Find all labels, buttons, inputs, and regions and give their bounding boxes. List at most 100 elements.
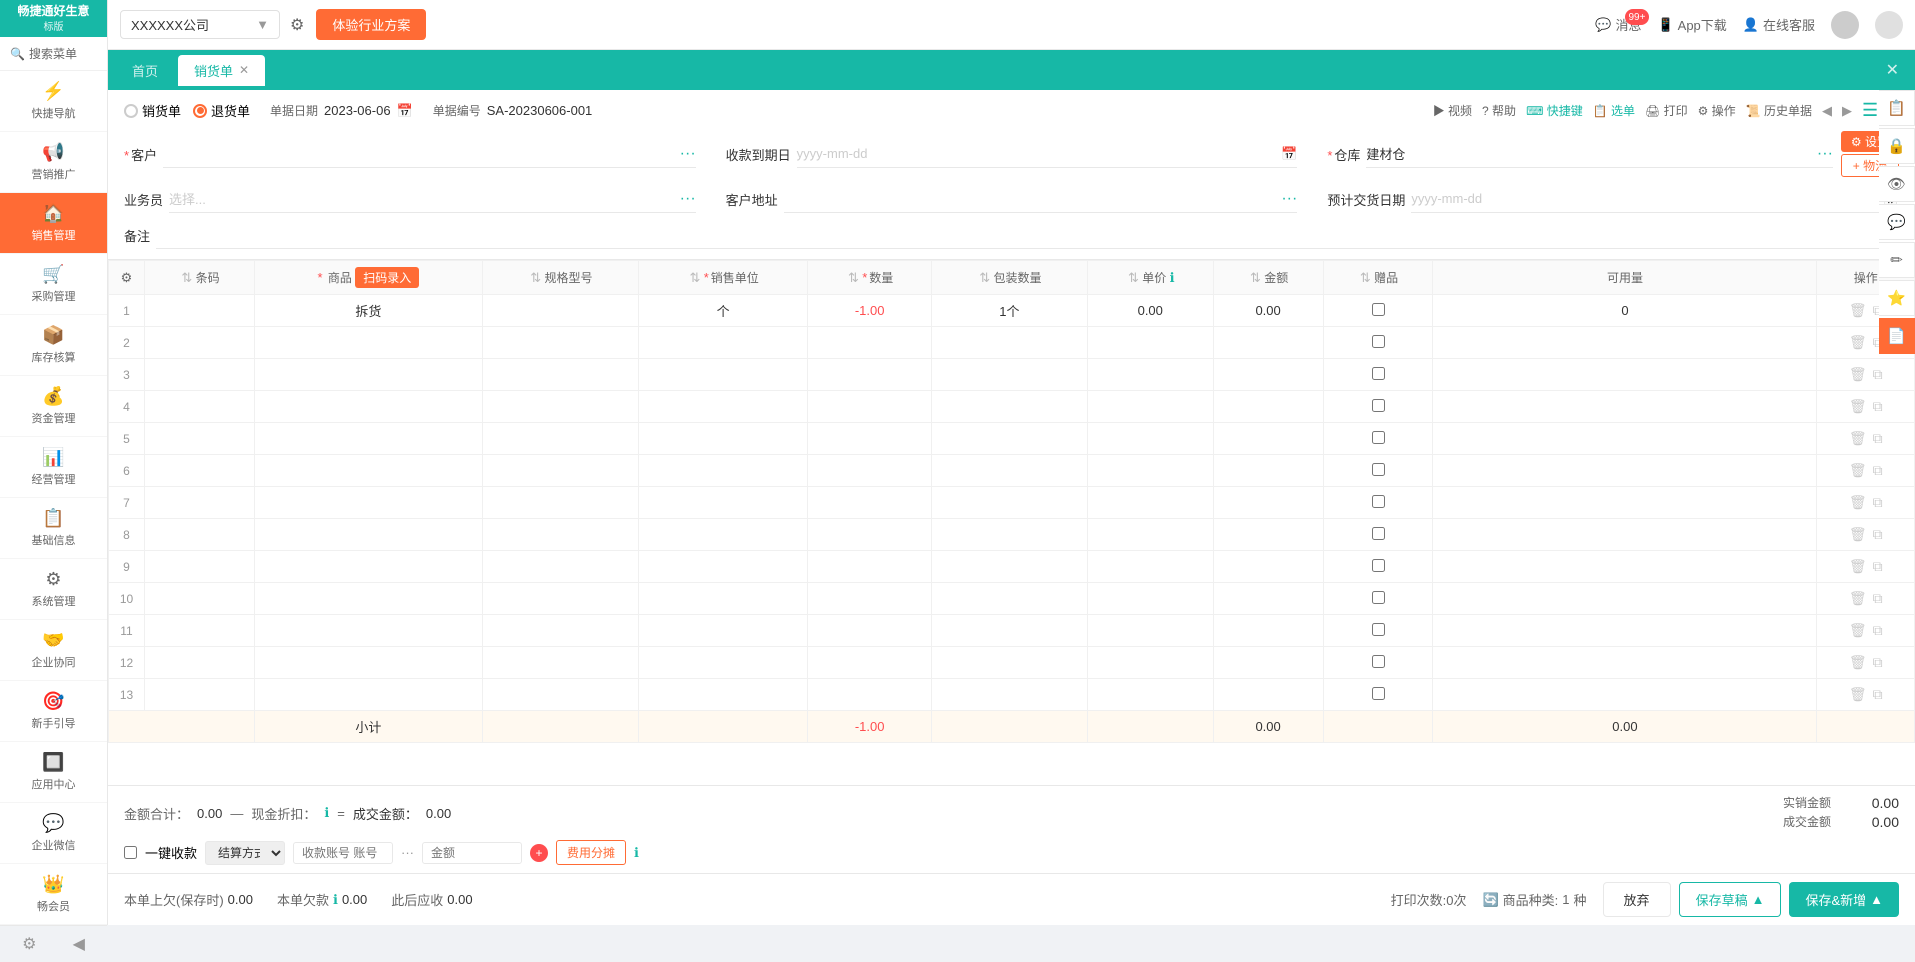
row-barcode-cell[interactable] [145, 679, 255, 711]
action-operate[interactable]: ⚙ 操作 [1698, 102, 1736, 119]
row-unit-price-cell[interactable] [1087, 327, 1213, 359]
customer-input[interactable]: ··· [163, 140, 696, 168]
radio-sales[interactable]: 销货单 [124, 101, 181, 120]
row-package-qty-cell[interactable] [931, 647, 1087, 679]
copy-row-icon[interactable]: ⧉ [1873, 462, 1883, 479]
account-input[interactable] [293, 842, 393, 864]
view-list-icon[interactable]: ☰ [1862, 100, 1878, 121]
row-amount-cell[interactable] [1213, 391, 1323, 423]
row-barcode-cell[interactable] [145, 391, 255, 423]
row-spec-cell[interactable] [482, 455, 638, 487]
save-new-button[interactable]: 保存&新增 ▲ [1789, 882, 1899, 917]
row-amount-cell[interactable] [1213, 583, 1323, 615]
sidebar-search[interactable]: 🔍 搜索菜单 [0, 37, 107, 71]
copy-row-icon[interactable]: ⧉ [1873, 622, 1883, 639]
row-unit-cell[interactable] [638, 583, 808, 615]
row-package-qty-cell[interactable] [931, 519, 1087, 551]
row-gift-cell[interactable] [1323, 487, 1433, 519]
row-unit-price-cell[interactable] [1087, 423, 1213, 455]
delivery-date-input[interactable]: yyyy-mm-dd 📅 [1411, 185, 1899, 213]
tab-sales-order[interactable]: 销货单 ✕ [178, 55, 265, 86]
row-unit-cell[interactable] [638, 423, 808, 455]
amount-input[interactable] [422, 842, 522, 864]
row-amount-cell[interactable] [1213, 679, 1323, 711]
row-unit-price-cell[interactable] [1087, 647, 1213, 679]
row-product-cell[interactable]: 拆货 [254, 295, 482, 327]
action-shortcut[interactable]: ⌨ 快捷键 [1526, 102, 1583, 119]
row-spec-cell[interactable] [482, 583, 638, 615]
row-spec-cell[interactable] [482, 487, 638, 519]
sidebar-item-operations[interactable]: 📊 经营管理 [0, 437, 107, 498]
row-unit-cell[interactable] [638, 455, 808, 487]
row-quantity-cell[interactable] [808, 679, 931, 711]
row-unit-price-cell[interactable] [1087, 551, 1213, 583]
delete-icon[interactable]: 🗑 [1849, 398, 1867, 415]
row-gift-cell[interactable] [1323, 391, 1433, 423]
row-quantity-cell[interactable] [808, 327, 931, 359]
row-quantity-cell[interactable] [808, 551, 931, 583]
row-unit-cell[interactable] [638, 551, 808, 583]
copy-row-icon[interactable]: ⧉ [1873, 430, 1883, 447]
row-spec-cell[interactable] [482, 327, 638, 359]
row-barcode-cell[interactable] [145, 519, 255, 551]
gift-checkbox[interactable] [1372, 591, 1385, 604]
discount-info-icon[interactable]: ℹ [324, 805, 329, 821]
gift-checkbox[interactable] [1372, 367, 1385, 380]
copy-row-icon[interactable]: ⧉ [1873, 558, 1883, 575]
add-payment-button[interactable]: + [530, 844, 548, 862]
gift-checkbox[interactable] [1372, 655, 1385, 668]
gift-checkbox[interactable] [1372, 399, 1385, 412]
row-package-qty-cell[interactable] [931, 583, 1087, 615]
row-package-qty-cell[interactable] [931, 391, 1087, 423]
copy-row-icon[interactable]: ⧉ [1873, 398, 1883, 415]
row-spec-cell[interactable] [482, 647, 638, 679]
row-barcode-cell[interactable] [145, 423, 255, 455]
row-spec-cell[interactable] [482, 519, 638, 551]
row-unit-price-cell[interactable] [1087, 583, 1213, 615]
float-btn-star[interactable]: ⭐ [1879, 280, 1915, 316]
row-gift-cell[interactable] [1323, 647, 1433, 679]
row-unit-cell[interactable] [638, 679, 808, 711]
row-amount-cell[interactable] [1213, 423, 1323, 455]
row-quantity-cell[interactable] [808, 455, 931, 487]
row-product-cell[interactable] [254, 391, 482, 423]
row-unit-price-cell[interactable] [1087, 391, 1213, 423]
row-product-cell[interactable] [254, 647, 482, 679]
float-btn-chat[interactable]: 💬 [1879, 204, 1915, 240]
row-barcode-cell[interactable] [145, 583, 255, 615]
row-unit-price-cell[interactable]: 0.00 [1087, 295, 1213, 327]
sidebar-item-basic[interactable]: 📋 基础信息 [0, 498, 107, 559]
customer-address-input[interactable]: ··· [784, 185, 1298, 213]
row-barcode-cell[interactable] [145, 487, 255, 519]
row-product-cell[interactable] [254, 551, 482, 583]
tab-close-right-icon[interactable]: ✕ [1878, 60, 1907, 80]
row-quantity-cell[interactable] [808, 519, 931, 551]
delete-icon[interactable]: 🗑 [1849, 590, 1867, 607]
message-button[interactable]: 💬 消息 99+ [1595, 15, 1641, 34]
row-product-cell[interactable] [254, 487, 482, 519]
row-quantity-cell[interactable] [808, 487, 931, 519]
unit-price-info-icon[interactable]: ℹ [1170, 270, 1175, 285]
remarks-input[interactable] [156, 221, 1899, 249]
abandon-button[interactable]: 放弃 [1603, 882, 1671, 917]
user-avatar2[interactable] [1875, 11, 1903, 39]
row-amount-cell[interactable] [1213, 551, 1323, 583]
row-product-cell[interactable] [254, 359, 482, 391]
row-unit-cell[interactable] [638, 391, 808, 423]
nav-prev-icon[interactable]: ◀ [1822, 103, 1832, 119]
delete-icon[interactable]: 🗑 [1849, 526, 1867, 543]
action-video[interactable]: ▶ 视频 [1433, 102, 1472, 119]
salesperson-dots-icon[interactable]: ··· [680, 190, 696, 208]
fee-info-icon[interactable]: ℹ [634, 845, 639, 861]
radio-return[interactable]: 退货单 [193, 101, 250, 120]
row-unit-price-cell[interactable] [1087, 615, 1213, 647]
row-amount-cell[interactable] [1213, 487, 1323, 519]
row-package-qty-cell[interactable] [931, 615, 1087, 647]
row-quantity-cell[interactable] [808, 615, 931, 647]
row-gift-cell[interactable] [1323, 327, 1433, 359]
row-unit-cell[interactable] [638, 647, 808, 679]
row-gift-cell[interactable] [1323, 519, 1433, 551]
row-spec-cell[interactable] [482, 551, 638, 583]
sidebar-item-sales[interactable]: 🏠 销售管理 [0, 193, 107, 254]
nav-next-icon[interactable]: ▶ [1842, 103, 1852, 119]
